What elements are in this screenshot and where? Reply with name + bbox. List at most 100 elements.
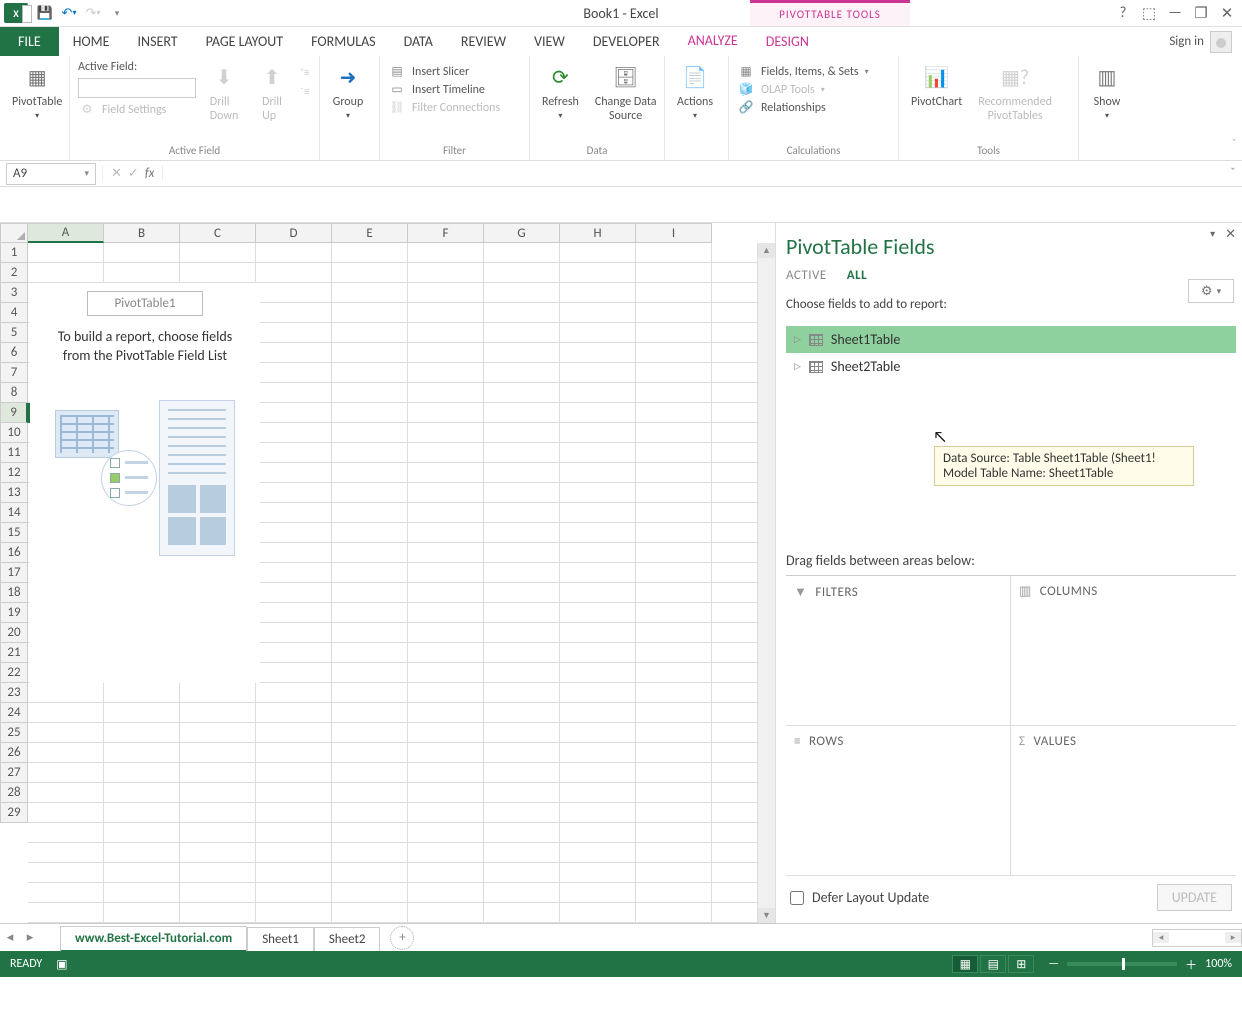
col-header[interactable]: D	[256, 223, 332, 243]
tab-all-tables[interactable]: ALL	[847, 268, 867, 283]
file-tab[interactable]: FILE	[0, 27, 59, 56]
row-header[interactable]: 25	[0, 723, 28, 743]
tab-nav-prev-icon[interactable]: ◂	[0, 930, 20, 945]
expand-formula-bar-icon[interactable]: ˇ	[1224, 166, 1242, 181]
sheet-tab-tutorial[interactable]: www.Best-Excel-Tutorial.com	[60, 926, 247, 952]
row-header[interactable]: 14	[0, 503, 28, 523]
row-header[interactable]: 4	[0, 303, 28, 323]
tab-analyze[interactable]: ANALYZE	[674, 27, 752, 56]
values-area[interactable]: ΣVALUES	[1011, 726, 1236, 876]
row-header[interactable]: 29	[0, 803, 28, 823]
tab-formulas[interactable]: FORMULAS	[297, 27, 390, 56]
columns-area[interactable]: ▥COLUMNS	[1011, 576, 1236, 726]
new-sheet-button[interactable]: +	[390, 926, 414, 950]
insert-slicer-button[interactable]: ▤Insert Slicer	[388, 64, 500, 79]
tab-view[interactable]: VIEW	[520, 27, 579, 56]
row-header[interactable]: 5	[0, 323, 28, 343]
row-header[interactable]: 10	[0, 423, 28, 443]
row-header[interactable]: 28	[0, 783, 28, 803]
row-header[interactable]: 22	[0, 663, 28, 683]
row-header[interactable]: 27	[0, 763, 28, 783]
col-header[interactable]: I	[636, 223, 712, 243]
table-item-sheet2table[interactable]: ▷ Sheet2Table	[786, 353, 1236, 380]
row-header[interactable]: 6	[0, 343, 28, 363]
tab-home[interactable]: HOME	[59, 27, 124, 56]
expand-icon[interactable]: ▷	[794, 361, 801, 372]
vertical-scrollbar[interactable]	[757, 243, 775, 923]
rows-area[interactable]: ≡ROWS	[786, 726, 1011, 876]
row-header[interactable]: 8	[0, 383, 28, 403]
restore-icon[interactable]: ❐	[1190, 4, 1212, 23]
field-settings-button[interactable]: ⚙Field Settings	[78, 102, 196, 117]
undo-icon[interactable]: ↶▾	[58, 3, 80, 23]
col-header[interactable]: E	[332, 223, 408, 243]
horizontal-scrollbar[interactable]: ◂▸	[1152, 929, 1242, 947]
relationships-button[interactable]: 🔗Relationships	[737, 100, 869, 115]
collapse-ribbon-icon[interactable]: ˆ	[1232, 56, 1242, 160]
table-item-sheet1table[interactable]: ▷ Sheet1Table	[786, 326, 1236, 353]
row-header[interactable]: 1	[0, 243, 28, 263]
close-icon[interactable]: ✕	[1216, 4, 1238, 23]
col-header[interactable]: H	[560, 223, 636, 243]
macro-record-icon[interactable]: ▣	[56, 957, 67, 972]
sheet-tab-sheet1[interactable]: Sheet1	[247, 927, 314, 951]
actions-button[interactable]: 📄Actions▾	[673, 60, 717, 123]
row-header[interactable]: 16	[0, 543, 28, 563]
row-header[interactable]: 20	[0, 623, 28, 643]
zoom-slider[interactable]	[1067, 962, 1177, 966]
name-box[interactable]: A9▾	[6, 163, 96, 185]
insert-timeline-button[interactable]: ▭Insert Timeline	[388, 82, 500, 97]
col-header[interactable]: C	[180, 223, 256, 243]
zoom-level[interactable]: 100%	[1205, 957, 1232, 971]
show-button[interactable]: ▥Show▾	[1087, 60, 1127, 123]
pivottable-button[interactable]: ▦PivotTable▾	[8, 60, 66, 123]
tab-insert[interactable]: INSERT	[124, 27, 192, 56]
save-icon[interactable]: 💾	[34, 3, 56, 23]
expand-icon[interactable]: ▷	[794, 334, 801, 345]
filters-area[interactable]: ▼FILTERS	[786, 576, 1011, 726]
row-header[interactable]: 2	[0, 263, 28, 283]
redo-icon[interactable]: ↷▾	[82, 3, 104, 23]
tab-active-tables[interactable]: ACTIVE	[786, 268, 827, 283]
row-header[interactable]: 19	[0, 603, 28, 623]
zoom-in-icon[interactable]: ＋	[1185, 956, 1197, 973]
zoom-out-icon[interactable]: —	[1048, 957, 1059, 971]
row-header[interactable]: 13	[0, 483, 28, 503]
sign-in[interactable]: Sign in	[1159, 27, 1242, 56]
col-header[interactable]: B	[104, 223, 180, 243]
tab-data[interactable]: DATA	[390, 27, 447, 56]
cell-grid[interactable]: PivotTable1 To build a report, choose fi…	[28, 243, 757, 923]
tab-developer[interactable]: DEVELOPER	[579, 27, 674, 56]
select-all-corner[interactable]	[0, 223, 28, 243]
help-icon[interactable]: ?	[1112, 4, 1134, 22]
row-header[interactable]: 15	[0, 523, 28, 543]
refresh-button[interactable]: ⟳Refresh▾	[538, 60, 583, 123]
tab-design[interactable]: DESIGN	[752, 27, 823, 56]
row-header[interactable]: 26	[0, 743, 28, 763]
qat-customize-icon[interactable]: ▾	[106, 3, 128, 23]
tab-review[interactable]: REVIEW	[447, 27, 520, 56]
pane-tools-button[interactable]: ⚙ ▾	[1188, 279, 1234, 303]
fx-icon[interactable]: fx	[145, 166, 155, 181]
row-header[interactable]: 11	[0, 443, 28, 463]
sheet-tab-sheet2[interactable]: Sheet2	[314, 927, 381, 951]
row-header[interactable]: 24	[0, 703, 28, 723]
close-pane-icon[interactable]: ✕	[1225, 227, 1236, 242]
row-header[interactable]: 21	[0, 643, 28, 663]
row-header[interactable]: 18	[0, 583, 28, 603]
minimize-icon[interactable]: —	[1164, 4, 1186, 22]
row-header[interactable]: 9	[0, 403, 28, 423]
tab-page-layout[interactable]: PAGE LAYOUT	[192, 27, 297, 56]
active-field-input[interactable]	[78, 78, 196, 98]
change-data-source-button[interactable]: 🗄Change Data Source	[591, 60, 661, 126]
tab-nav-next-icon[interactable]: ▸	[20, 930, 40, 945]
ribbon-display-icon[interactable]: ⬚	[1138, 4, 1160, 23]
pivotchart-button[interactable]: 📊PivotChart	[907, 60, 966, 112]
col-header[interactable]: A	[28, 223, 104, 243]
fields-items-sets-button[interactable]: ▦Fields, Items, & Sets ▾	[737, 64, 869, 79]
row-header[interactable]: 3	[0, 283, 28, 303]
defer-layout-checkbox[interactable]	[790, 891, 804, 905]
pane-options-icon[interactable]: ▾	[1210, 227, 1215, 242]
row-header[interactable]: 23	[0, 683, 28, 703]
page-layout-view-icon[interactable]: ▤	[980, 955, 1006, 973]
